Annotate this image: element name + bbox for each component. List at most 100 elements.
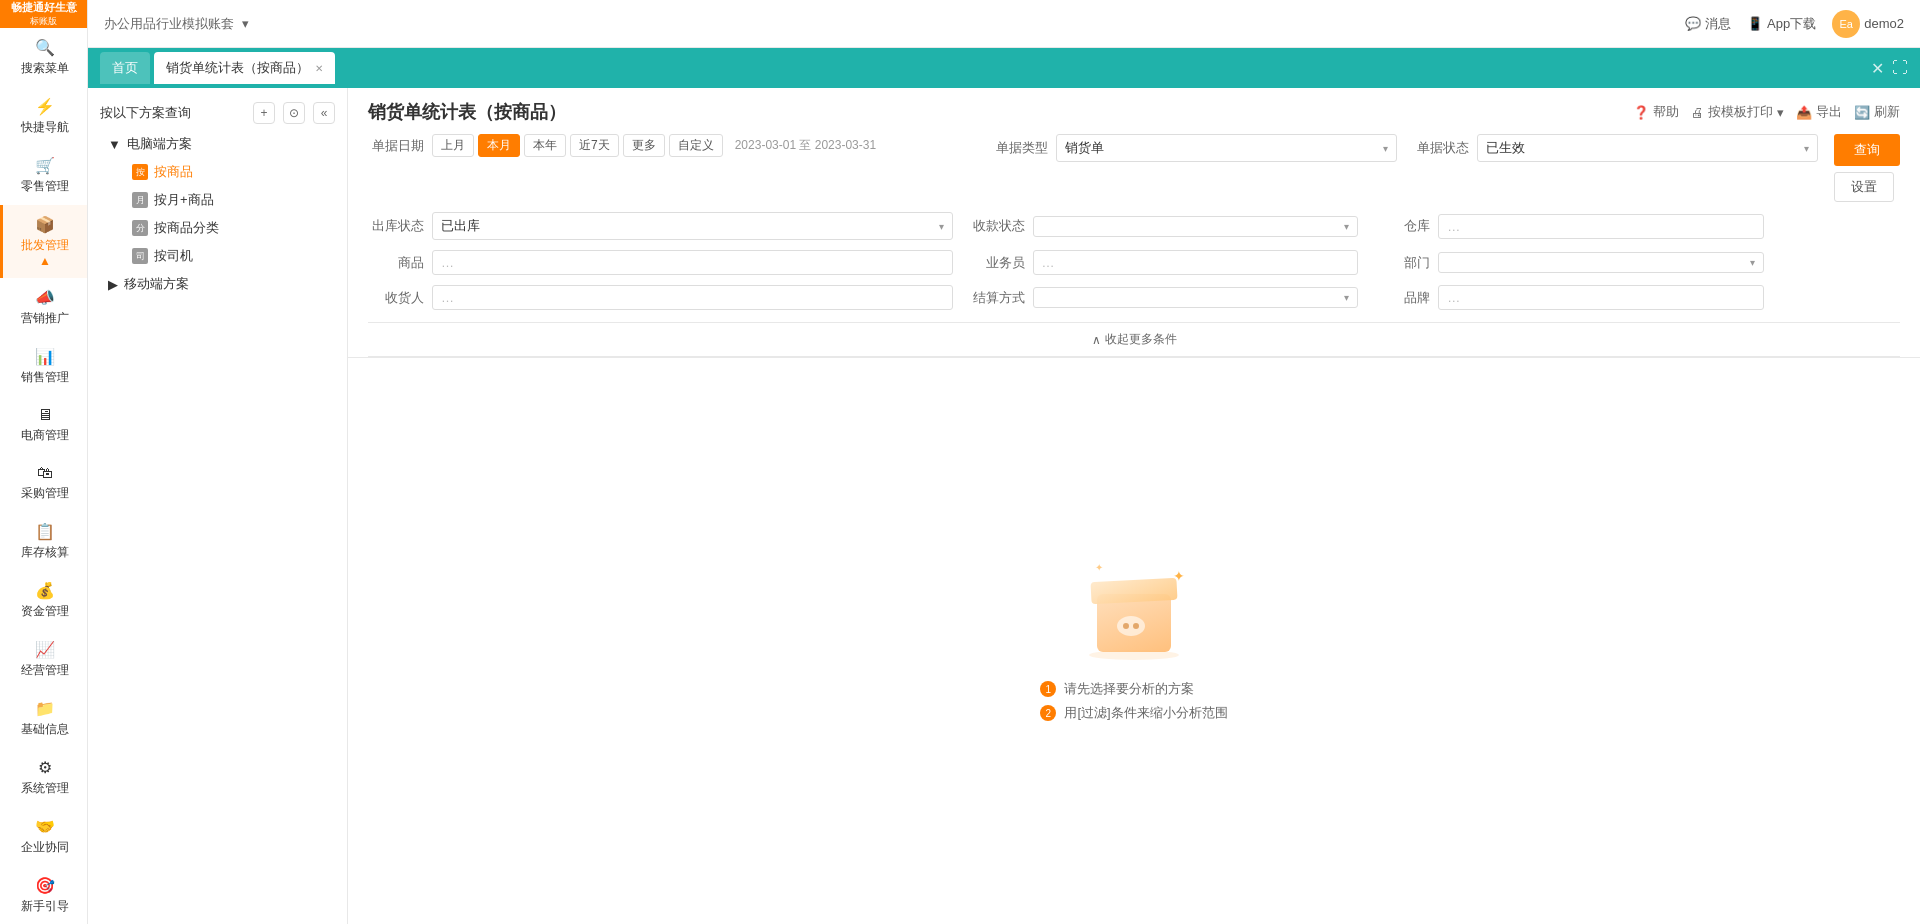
sidebar-item-finance-label: 资金管理	[21, 603, 69, 620]
warehouse-input[interactable]: …	[1438, 214, 1764, 239]
date-range-text: 2023-03-01 至 2023-03-31	[735, 137, 876, 154]
sidebar-item-purchase[interactable]: 🛍 采购管理	[0, 454, 87, 512]
sidebar-item-marketing[interactable]: 📣 营销推广	[0, 278, 87, 337]
tree-item-mobile[interactable]: ▶ 移动端方案	[88, 270, 347, 298]
by-goods-icon: 按	[132, 164, 148, 180]
export-label: 导出	[1816, 103, 1842, 121]
tab-home[interactable]: 首页	[100, 52, 150, 84]
settlement-label: 结算方式	[969, 289, 1025, 307]
sidebar-item-inventory[interactable]: 📋 库存核算	[0, 512, 87, 571]
page-title-row: 销货单统计表（按商品） ❓ 帮助 🖨 按模板打印 ▾ 📤	[368, 100, 1900, 124]
export-btn[interactable]: 📤 导出	[1796, 103, 1842, 121]
department-select[interactable]: ▾	[1438, 252, 1764, 273]
salesperson-label: 业务员	[969, 254, 1025, 272]
app-download-btn[interactable]: 📱 App下载	[1747, 15, 1816, 33]
header-right: 💬 消息 📱 App下载 Ea demo2	[1685, 10, 1904, 38]
download-icon: 📱	[1747, 16, 1763, 31]
tree-item-by-month-goods[interactable]: 月 按月+商品	[124, 186, 347, 214]
receiver-label: 收货人	[368, 289, 424, 307]
close-window-icon[interactable]: ✕	[1871, 59, 1884, 78]
goods-label: 商品	[368, 254, 424, 272]
salesperson-input[interactable]: …	[1033, 250, 1359, 275]
sidebar-item-operations[interactable]: 📈 经营管理	[0, 630, 87, 689]
payment-status-label: 收款状态	[969, 217, 1025, 235]
tab-home-label: 首页	[112, 59, 138, 77]
collapse-bar[interactable]: ∧ 收起更多条件	[368, 323, 1900, 357]
refresh-btn[interactable]: 🔄 刷新	[1854, 103, 1900, 121]
doc-type-label: 单据类型	[992, 139, 1048, 157]
sidebar-item-basic[interactable]: 📁 基础信息	[0, 689, 87, 748]
messages-btn[interactable]: 💬 消息	[1685, 15, 1731, 33]
workspace-selector[interactable]: 办公用品行业模拟账套 ▾	[104, 15, 249, 33]
tree-item-by-goods-category[interactable]: 分 按商品分类	[124, 214, 347, 242]
receiver-dots: …	[441, 290, 454, 305]
tab-sales-stat-label: 销货单统计表（按商品）	[166, 59, 309, 77]
sidebar-item-finance[interactable]: 💰 资金管理	[0, 571, 87, 630]
date-label: 单据日期	[368, 137, 424, 155]
scheme-settings-btn[interactable]: ⊙	[283, 102, 305, 124]
out-status-select[interactable]: 已出库 ▾	[432, 212, 953, 240]
by-goods-category-label: 按商品分类	[154, 219, 219, 237]
goods-input[interactable]: …	[432, 250, 953, 275]
user-menu[interactable]: Ea demo2	[1832, 10, 1904, 38]
sidebar-item-quick-nav-label: 快捷导航	[21, 119, 69, 136]
doc-status-value: 已生效	[1486, 139, 1525, 157]
sidebar-item-wholesale[interactable]: 📦 批发管理 ▲	[0, 205, 87, 278]
settings-button[interactable]: 设置	[1834, 172, 1894, 202]
sidebar-item-search[interactable]: 🔍 搜索菜单	[0, 28, 87, 87]
lightning-icon: ⚡	[35, 97, 55, 116]
help-btn[interactable]: ❓ 帮助	[1633, 103, 1679, 121]
tree-mobile-label: 移动端方案	[124, 275, 189, 293]
salesperson-dots: …	[1042, 255, 1055, 270]
tree-item-by-cashier[interactable]: 司 按司机	[124, 242, 347, 270]
sidebar-item-ecommerce-label: 电商管理	[21, 427, 69, 444]
ecommerce-icon: 🖥	[37, 406, 53, 424]
add-scheme-btn[interactable]: +	[253, 102, 275, 124]
hint-text-1: 请先选择要分析的方案	[1064, 680, 1194, 698]
sidebar-item-quick-nav[interactable]: ⚡ 快捷导航	[0, 87, 87, 146]
date-btn-last-7-days[interactable]: 近7天	[570, 134, 619, 157]
print-btn[interactable]: 🖨 按模板打印 ▾	[1691, 103, 1784, 121]
tab-close-icon[interactable]: ✕	[315, 63, 323, 74]
sidebar-item-system[interactable]: ⚙ 系统管理	[0, 748, 87, 807]
maximize-window-icon[interactable]: ⛶	[1892, 59, 1908, 78]
box-icon: 📦	[35, 215, 55, 234]
by-month-goods-label: 按月+商品	[154, 191, 214, 209]
app-logo[interactable]: 畅捷通好生意 标账版	[0, 0, 87, 28]
action-panel: 查询 设置	[1834, 134, 1900, 202]
tree-item-pc[interactable]: ▼ 电脑端方案	[88, 130, 347, 158]
system-icon: ⚙	[38, 758, 52, 777]
sidebar-item-ecommerce[interactable]: 🖥 电商管理	[0, 396, 87, 454]
tab-window-actions: ✕ ⛶	[1871, 59, 1908, 78]
doc-status-chevron-icon: ▾	[1804, 143, 1809, 154]
date-btn-this-month[interactable]: 本月	[478, 134, 520, 157]
sidebar-item-enterprise[interactable]: 🤝 企业协同	[0, 807, 87, 866]
out-status-chevron-icon: ▾	[939, 221, 944, 232]
receiver-input[interactable]: …	[432, 285, 953, 310]
tab-sales-stat[interactable]: 销货单统计表（按商品） ✕	[154, 52, 335, 84]
left-panel: 按以下方案查询 + ⊙ « ▼ 电脑端方案 按 按商品 月 按月+商品	[88, 88, 348, 924]
sidebar-item-sales[interactable]: 📊 销售管理	[0, 337, 87, 396]
tree-item-by-goods[interactable]: 按 按商品	[124, 158, 347, 186]
settlement-select[interactable]: ▾	[1033, 287, 1359, 308]
date-btn-more[interactable]: 更多	[623, 134, 665, 157]
doc-status-select[interactable]: 已生效 ▾	[1477, 134, 1818, 162]
page-title: 销货单统计表（按商品）	[368, 100, 566, 124]
out-status-label: 出库状态	[368, 217, 424, 235]
payment-status-select[interactable]: ▾	[1033, 216, 1359, 237]
query-button[interactable]: 查询	[1834, 134, 1900, 166]
basic-icon: 📁	[35, 699, 55, 718]
finance-icon: 💰	[35, 581, 55, 600]
sidebar-item-newbie[interactable]: 🎯 新手引导	[0, 866, 87, 924]
sidebar-item-retail[interactable]: 🛒 零售管理	[0, 146, 87, 205]
doc-type-select[interactable]: 销货单 ▾	[1056, 134, 1397, 162]
date-btn-custom[interactable]: 自定义	[669, 134, 723, 157]
collapse-panel-btn[interactable]: «	[313, 102, 335, 124]
sales-icon: 📊	[35, 347, 55, 366]
date-btn-this-year[interactable]: 本年	[524, 134, 566, 157]
hint-num-1: 1	[1040, 681, 1056, 697]
date-btn-last-month[interactable]: 上月	[432, 134, 474, 157]
brand-input[interactable]: …	[1438, 285, 1764, 310]
out-status-value: 已出库	[441, 217, 480, 235]
print-chevron-icon: ▾	[1777, 105, 1784, 120]
